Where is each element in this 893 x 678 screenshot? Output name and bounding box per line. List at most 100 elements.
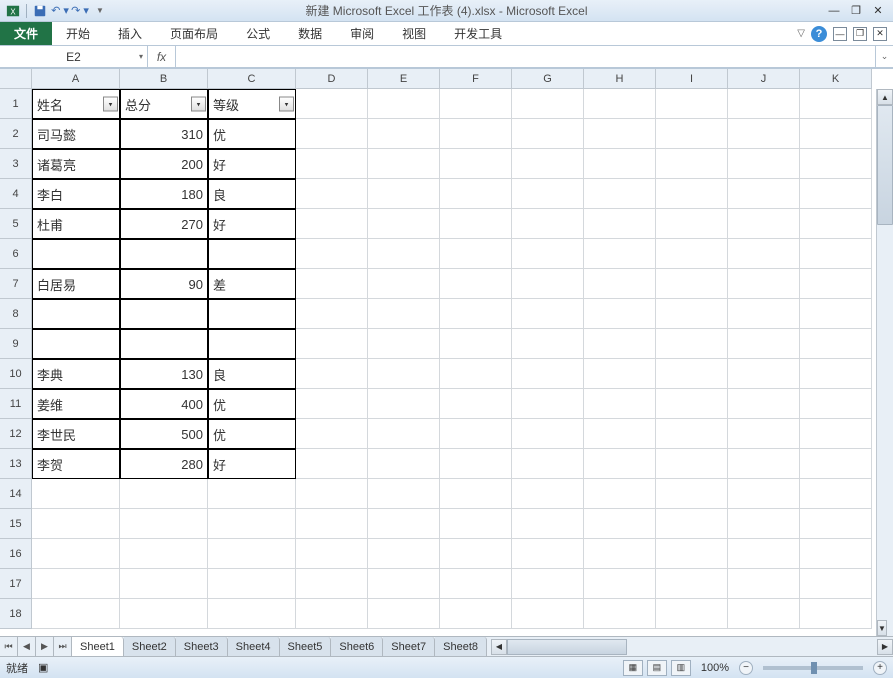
cell[interactable]: 总分▾: [120, 89, 208, 119]
cell[interactable]: [208, 539, 296, 569]
cell[interactable]: [368, 209, 440, 239]
cell[interactable]: [728, 359, 800, 389]
cell[interactable]: [208, 329, 296, 359]
cell[interactable]: [440, 419, 512, 449]
cell[interactable]: [800, 599, 872, 629]
cell[interactable]: [800, 509, 872, 539]
cell[interactable]: [32, 509, 120, 539]
cell[interactable]: [656, 119, 728, 149]
cell[interactable]: [800, 269, 872, 299]
cell[interactable]: [296, 599, 368, 629]
row-header[interactable]: 13: [0, 449, 32, 479]
sheet-tab[interactable]: Sheet8: [435, 637, 487, 656]
cell[interactable]: [728, 299, 800, 329]
column-header[interactable]: I: [656, 69, 728, 89]
cell[interactable]: [296, 269, 368, 299]
cell[interactable]: [800, 329, 872, 359]
column-header[interactable]: H: [584, 69, 656, 89]
cell[interactable]: [656, 389, 728, 419]
cell[interactable]: [584, 419, 656, 449]
column-header[interactable]: G: [512, 69, 584, 89]
tab-insert[interactable]: 插入: [104, 22, 156, 45]
row-header[interactable]: 6: [0, 239, 32, 269]
scroll-right-button[interactable]: ▶: [877, 639, 893, 655]
cell[interactable]: [296, 149, 368, 179]
cell[interactable]: [296, 449, 368, 479]
cell[interactable]: 杜甫: [32, 209, 120, 239]
sheet-tab[interactable]: Sheet7: [383, 637, 435, 656]
cell[interactable]: 90: [120, 269, 208, 299]
sheet-tab[interactable]: Sheet6: [331, 637, 383, 656]
cell[interactable]: [800, 299, 872, 329]
close-button[interactable]: ✕: [869, 4, 887, 18]
cell[interactable]: [800, 89, 872, 119]
row-header[interactable]: 17: [0, 569, 32, 599]
cell[interactable]: [120, 539, 208, 569]
zoom-out-button[interactable]: −: [739, 661, 753, 675]
scroll-left-button[interactable]: ◀: [491, 639, 507, 655]
row-header[interactable]: 3: [0, 149, 32, 179]
cell[interactable]: 好: [208, 209, 296, 239]
cell[interactable]: [512, 269, 584, 299]
minimize-button[interactable]: —: [825, 4, 843, 18]
cell[interactable]: [656, 419, 728, 449]
row-header[interactable]: 11: [0, 389, 32, 419]
formula-input[interactable]: [176, 46, 875, 67]
sheet-tab[interactable]: Sheet5: [280, 637, 332, 656]
cell[interactable]: [120, 599, 208, 629]
cell[interactable]: [368, 449, 440, 479]
cell[interactable]: [656, 149, 728, 179]
cell[interactable]: [208, 569, 296, 599]
cell[interactable]: [32, 569, 120, 599]
cell[interactable]: [296, 329, 368, 359]
cell[interactable]: [656, 539, 728, 569]
cell[interactable]: [440, 479, 512, 509]
redo-icon[interactable]: ↷ ▾: [71, 2, 89, 20]
row-header[interactable]: 12: [0, 419, 32, 449]
help-icon[interactable]: ?: [811, 26, 827, 42]
cell[interactable]: [512, 389, 584, 419]
cell[interactable]: [296, 389, 368, 419]
cell[interactable]: 李白: [32, 179, 120, 209]
column-header[interactable]: B: [120, 69, 208, 89]
save-icon[interactable]: [31, 2, 49, 20]
tab-file[interactable]: 文件: [0, 22, 52, 45]
cell[interactable]: [800, 389, 872, 419]
cell[interactable]: [728, 149, 800, 179]
cell[interactable]: [800, 149, 872, 179]
cell[interactable]: [32, 329, 120, 359]
cell[interactable]: [512, 119, 584, 149]
cell[interactable]: 优: [208, 119, 296, 149]
name-box[interactable]: E2: [0, 46, 148, 67]
cell[interactable]: [32, 239, 120, 269]
cell[interactable]: [368, 389, 440, 419]
cell[interactable]: [368, 119, 440, 149]
column-header[interactable]: A: [32, 69, 120, 89]
fx-button[interactable]: fx: [148, 46, 176, 67]
cell[interactable]: 良: [208, 179, 296, 209]
zoom-thumb[interactable]: [811, 662, 817, 674]
cell[interactable]: [728, 329, 800, 359]
cell[interactable]: [368, 179, 440, 209]
zoom-level[interactable]: 100%: [701, 662, 729, 674]
cell[interactable]: [368, 419, 440, 449]
cell[interactable]: [728, 569, 800, 599]
cell[interactable]: 优: [208, 419, 296, 449]
tab-dev[interactable]: 开发工具: [440, 22, 516, 45]
cell[interactable]: [800, 419, 872, 449]
cell[interactable]: [368, 359, 440, 389]
cell[interactable]: [440, 89, 512, 119]
cell[interactable]: 280: [120, 449, 208, 479]
cell[interactable]: [584, 449, 656, 479]
cell[interactable]: [296, 569, 368, 599]
column-header[interactable]: D: [296, 69, 368, 89]
cell[interactable]: [120, 329, 208, 359]
cell[interactable]: [584, 149, 656, 179]
cell[interactable]: [120, 239, 208, 269]
cell[interactable]: [800, 239, 872, 269]
cell[interactable]: [728, 509, 800, 539]
cell[interactable]: [728, 89, 800, 119]
cell[interactable]: [800, 479, 872, 509]
cell[interactable]: [728, 179, 800, 209]
cell[interactable]: [440, 299, 512, 329]
